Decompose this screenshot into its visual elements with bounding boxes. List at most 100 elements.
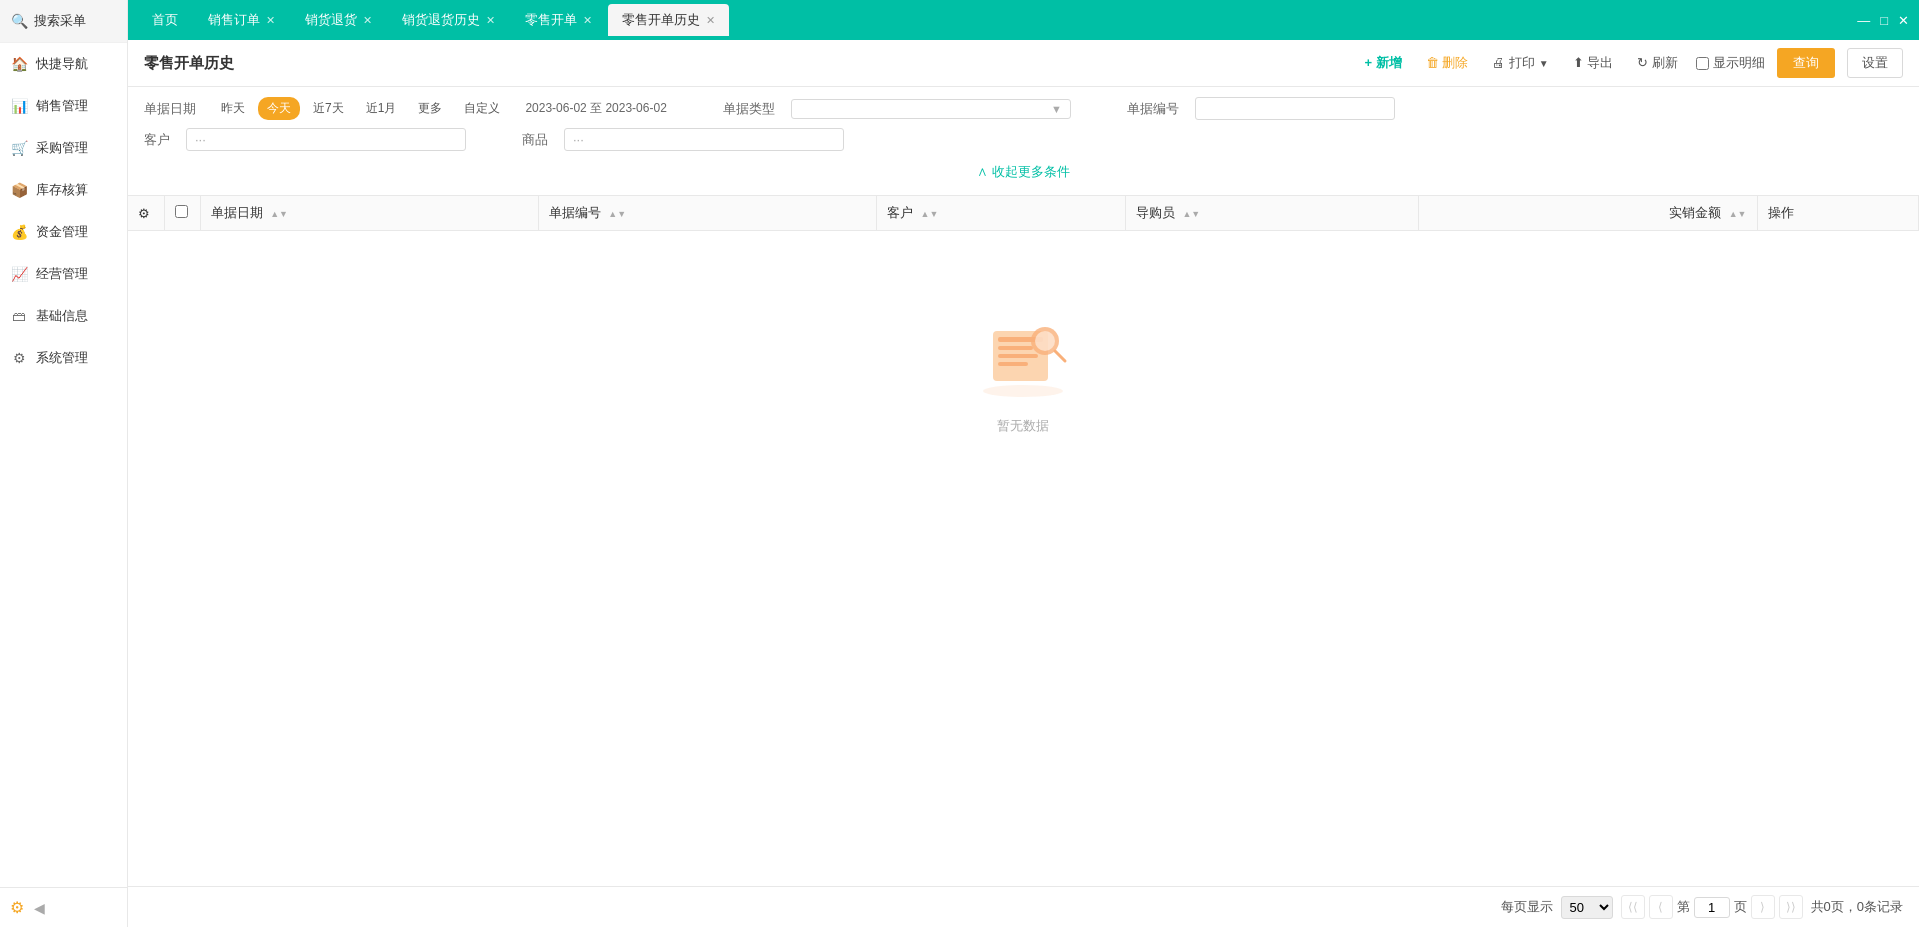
empty-state-row: 暂无数据 — [128, 231, 1919, 516]
delete-button[interactable]: 🗑 删除 — [1420, 50, 1475, 76]
collapse-icon[interactable]: ◀ — [34, 900, 45, 916]
sys-mgmt-icon: ⚙ — [10, 349, 28, 367]
settings-button[interactable]: 设置 — [1847, 48, 1903, 78]
page-next-btn[interactable]: ⟩ — [1751, 895, 1775, 919]
page-number-input[interactable] — [1694, 897, 1730, 918]
tab-close-retail-open[interactable]: ✕ — [583, 14, 592, 27]
th-salesperson-label: 导购员 — [1136, 205, 1175, 220]
order-no-input[interactable] — [1195, 97, 1395, 120]
th-order-no[interactable]: 单据编号 ▲▼ — [538, 196, 876, 231]
sidebar: 🔍 搜索采单 🏠 快捷导航 📊 销售管理 🛒 采购管理 📦 库存核算 💰 资金管… — [0, 0, 128, 927]
sidebar-search-label: 搜索采单 — [34, 12, 86, 30]
th-date[interactable]: 单据日期 ▲▼ — [200, 196, 538, 231]
page-current-label: 第 — [1677, 898, 1690, 916]
per-page-select[interactable]: 50 10 20 100 — [1561, 896, 1613, 919]
tab-sales-return[interactable]: 销货退货 ✕ — [291, 4, 386, 36]
settings-icon[interactable]: ⚙ — [138, 206, 150, 221]
date-btn-last1month[interactable]: 近1月 — [357, 97, 406, 120]
finance-icon: 💰 — [10, 223, 28, 241]
search-icon: 🔍 — [10, 12, 28, 30]
goods-filter-label: 商品 — [522, 131, 548, 149]
table-header-row: ⚙ 单据日期 ▲▼ 单据编号 ▲▼ 客户 ▲▼ — [128, 196, 1919, 231]
customer-filter-select[interactable]: ··· — [186, 128, 466, 151]
date-btn-last7days[interactable]: 近7天 — [304, 97, 353, 120]
sidebar-search[interactable]: 🔍 搜索采单 — [0, 0, 127, 43]
print-dropdown-icon[interactable]: ▼ — [1539, 58, 1549, 69]
sidebar-item-label: 基础信息 — [36, 307, 88, 325]
toolbar: 零售开单历史 + 新增 🗑 删除 🖨 打印 ▼ ⬆ 导出 ↻ 刷新 显示明细 — [128, 40, 1919, 87]
purchase-icon: 🛒 — [10, 139, 28, 157]
date-btn-today[interactable]: 今天 — [258, 97, 300, 120]
svg-point-0 — [983, 385, 1063, 397]
page-first-btn[interactable]: ⟨⟨ — [1621, 895, 1645, 919]
sidebar-item-label: 快捷导航 — [36, 55, 88, 73]
main-content: 首页 销售订单 ✕ 销货退货 ✕ 销货退货历史 ✕ 零售开单 ✕ 零售开单历史 … — [128, 0, 1919, 927]
th-actions: 操作 — [1757, 196, 1918, 231]
tab-close-sales-order[interactable]: ✕ — [266, 14, 275, 27]
sidebar-item-purchase-mgmt[interactable]: 🛒 采购管理 — [0, 127, 127, 169]
page-prev-btn[interactable]: ⟨ — [1649, 895, 1673, 919]
sidebar-item-sales-mgmt[interactable]: 📊 销售管理 — [0, 85, 127, 127]
svg-line-8 — [1055, 351, 1065, 361]
tab-close-retail-open-history[interactable]: ✕ — [706, 14, 715, 27]
window-maximize-btn[interactable]: □ — [1880, 13, 1888, 28]
sidebar-item-label: 库存核算 — [36, 181, 88, 199]
tab-home[interactable]: 首页 — [138, 4, 192, 36]
print-button[interactable]: 🖨 打印 ▼ — [1486, 50, 1555, 76]
sidebar-item-inventory[interactable]: 📦 库存核算 — [0, 169, 127, 211]
tabbar: 首页 销售订单 ✕ 销货退货 ✕ 销货退货历史 ✕ 零售开单 ✕ 零售开单历史 … — [128, 0, 1919, 40]
th-checkbox[interactable] — [164, 196, 200, 231]
page-last-btn[interactable]: ⟩⟩ — [1779, 895, 1803, 919]
show-detail-checkbox[interactable]: 显示明细 — [1696, 54, 1765, 72]
settings-bottom-icon[interactable]: ⚙ — [10, 898, 24, 917]
export-button[interactable]: ⬆ 导出 — [1567, 50, 1620, 76]
sidebar-item-operations[interactable]: 📈 经营管理 — [0, 253, 127, 295]
filter-collapse[interactable]: ∧ 收起更多条件 — [144, 159, 1903, 185]
data-table: ⚙ 单据日期 ▲▼ 单据编号 ▲▼ 客户 ▲▼ — [128, 196, 1919, 515]
sidebar-item-basic-info[interactable]: 🗃 基础信息 — [0, 295, 127, 337]
window-close-btn[interactable]: ✕ — [1898, 13, 1909, 28]
order-no-sort-icon[interactable]: ▲▼ — [608, 209, 626, 219]
select-all-checkbox[interactable] — [175, 205, 188, 218]
tab-sales-return-history[interactable]: 销货退货历史 ✕ — [388, 4, 509, 36]
customer-sort-icon[interactable]: ▲▼ — [921, 209, 939, 219]
date-btn-custom[interactable]: 自定义 — [455, 97, 509, 120]
sidebar-item-quick-nav[interactable]: 🏠 快捷导航 — [0, 43, 127, 85]
tab-retail-open-history[interactable]: 零售开单历史 ✕ — [608, 4, 729, 36]
type-filter-label: 单据类型 — [723, 100, 775, 118]
goods-filter-select[interactable]: ··· — [564, 128, 844, 151]
filter-date-range: 2023-06-02 至 2023-06-02 — [525, 100, 666, 117]
type-filter-select[interactable]: ▼ — [791, 99, 1071, 119]
date-btn-more[interactable]: 更多 — [409, 97, 451, 120]
tab-sales-order[interactable]: 销售订单 ✕ — [194, 4, 289, 36]
sidebar-item-finance[interactable]: 💰 资金管理 — [0, 211, 127, 253]
th-settings[interactable]: ⚙ — [128, 196, 164, 231]
query-button[interactable]: 查询 — [1777, 48, 1835, 78]
th-amount[interactable]: 实销金额 ▲▼ — [1419, 196, 1757, 231]
empty-state: 暂无数据 — [128, 231, 1919, 515]
filter-row-1: 单据日期 昨天 今天 近7天 近1月 更多 自定义 2023-06-02 至 2… — [144, 97, 1903, 120]
refresh-button[interactable]: ↻ 刷新 — [1631, 50, 1684, 76]
tab-close-sales-return-history[interactable]: ✕ — [486, 14, 495, 27]
th-order-no-label: 单据编号 — [549, 205, 601, 220]
svg-point-7 — [1035, 331, 1055, 351]
tab-retail-open[interactable]: 零售开单 ✕ — [511, 4, 606, 36]
th-amount-label: 实销金额 — [1669, 205, 1721, 220]
th-customer[interactable]: 客户 ▲▼ — [876, 196, 1125, 231]
th-actions-label: 操作 — [1768, 205, 1794, 220]
sidebar-item-sys-mgmt[interactable]: ⚙ 系统管理 — [0, 337, 127, 379]
page-label: 页 — [1734, 898, 1747, 916]
show-detail-input[interactable] — [1696, 57, 1709, 70]
th-salesperson[interactable]: 导购员 ▲▼ — [1125, 196, 1419, 231]
salesperson-sort-icon[interactable]: ▲▼ — [1182, 209, 1200, 219]
amount-sort-icon[interactable]: ▲▼ — [1729, 209, 1747, 219]
tab-close-sales-return[interactable]: ✕ — [363, 14, 372, 27]
pagination: 每页显示 50 10 20 100 ⟨⟨ ⟨ 第 页 ⟩ ⟩⟩ 共0页，0条记录 — [128, 886, 1919, 927]
window-minimize-btn[interactable]: — — [1857, 13, 1870, 28]
date-sort-icon[interactable]: ▲▼ — [270, 209, 288, 219]
filter-area: 单据日期 昨天 今天 近7天 近1月 更多 自定义 2023-06-02 至 2… — [128, 87, 1919, 196]
add-button[interactable]: + 新增 — [1358, 50, 1407, 76]
th-customer-label: 客户 — [887, 205, 913, 220]
date-btn-yesterday[interactable]: 昨天 — [212, 97, 254, 120]
tabbar-right-controls: — □ ✕ — [1857, 13, 1909, 28]
